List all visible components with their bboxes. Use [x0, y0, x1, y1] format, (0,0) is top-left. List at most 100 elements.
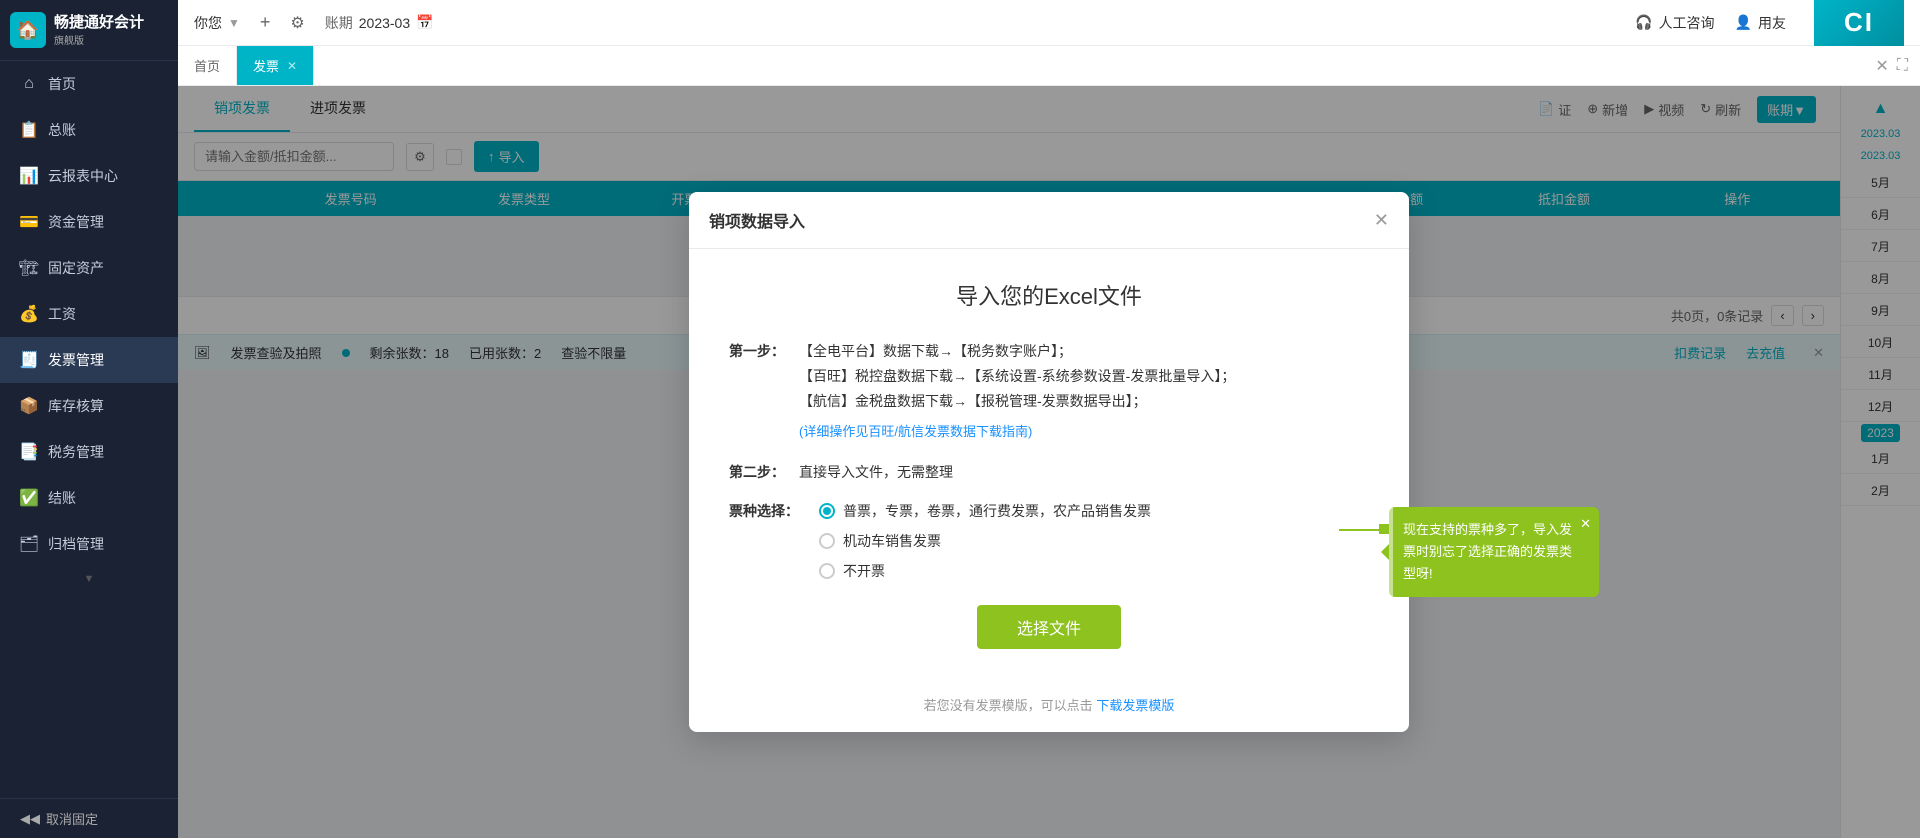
settle-icon: ✅: [20, 489, 38, 507]
tooltip-close-button[interactable]: ✕: [1580, 513, 1591, 535]
step1-line-1: 【全电平台】数据下载→【税务数字账户】；: [799, 339, 1369, 364]
step1-line-2: 【百旺】税控盘数据下载→【系统设置-系统参数设置-发票批量导入】；: [799, 364, 1369, 389]
cancel-label: 取消固定: [46, 809, 98, 828]
modal-title: 销项数据导入: [709, 208, 805, 232]
company-name: 你您: [194, 13, 222, 33]
sidebar-item-inventory[interactable]: 📦 库存核算: [0, 383, 178, 429]
sidebar-item-label: 总账: [48, 120, 76, 140]
sidebar-item-label: 固定资产: [48, 258, 104, 278]
tooltip-arrow: [1381, 544, 1389, 560]
sidebar-item-salary[interactable]: 💰 工资: [0, 291, 178, 337]
add-button[interactable]: +: [256, 8, 275, 37]
funds-icon: 💳: [20, 213, 38, 231]
modal-header: 销项数据导入 ✕: [689, 192, 1409, 249]
step1-link-row: (详细操作见百旺/航信发票数据下载指南): [799, 419, 1369, 444]
tooltip-bar: [1389, 507, 1393, 597]
import-modal: 销项数据导入 ✕ 导入您的Excel文件 第一步： 【全电平台】数据下载→【税务…: [689, 192, 1409, 732]
sidebar-nav: ⌂ 首页 📋 总账 📊 云报表中心 💳 资金管理 🏗 固定资产 💰 工资: [0, 61, 178, 798]
chevron-down-icon: ▼: [228, 16, 240, 30]
sidebar-item-archive[interactable]: 🗂 归档管理: [0, 521, 178, 567]
assets-icon: 🏗: [20, 259, 38, 277]
tab-invoice[interactable]: 发票 ✕: [237, 46, 314, 86]
logo-title: 畅捷通好会计: [54, 14, 144, 32]
ticket-select-row: 票种选择： 普票，专票，卷票，通行费发票，农产品销售发票: [729, 501, 1369, 581]
sidebar-item-label: 归档管理: [48, 534, 104, 554]
headset-icon: 🎧: [1635, 14, 1652, 31]
settings-button[interactable]: ⚙: [290, 13, 304, 33]
sidebar-item-label: 云报表中心: [48, 166, 118, 186]
sidebar-item-label: 资金管理: [48, 212, 104, 232]
step1-line-3: 【航信】金税盘数据下载→【报税管理-发票数据导出】；: [799, 389, 1369, 414]
tab-home[interactable]: 首页: [178, 46, 237, 86]
user-label: 用友: [1758, 13, 1786, 33]
step1-content: 【全电平台】数据下载→【税务数字账户】； 【百旺】税控盘数据下载→【系统设置-系…: [799, 339, 1369, 444]
sidebar-scroll-down: ▼: [0, 567, 178, 591]
sidebar-item-tax[interactable]: 📑 税务管理: [0, 429, 178, 475]
step1-guide-link[interactable]: (详细操作见百旺/航信发票数据下载指南): [799, 424, 1032, 439]
inventory-icon: 📦: [20, 397, 38, 415]
radio-none-label: 不开票: [843, 561, 885, 581]
company-selector[interactable]: 你您 ▼: [194, 13, 240, 33]
modal-main-title: 导入您的Excel文件: [729, 279, 1369, 311]
ticket-radio-group: 普票，专票，卷票，通行费发票，农产品销售发票 机动车销售发票 不开票: [819, 501, 1151, 581]
calendar-icon: 📅: [416, 14, 433, 31]
main-area: 你您 ▼ + ⚙ 账期 2023-03 📅 🎧 人工咨询 👤 用友: [178, 0, 1920, 838]
tooltip-bubble: 现在支持的票种多了，导入发票时别忘了选择正确的发票类型呀! ✕: [1389, 507, 1599, 597]
tab-invoice-label: 发票: [253, 56, 279, 75]
period-display: 账期 2023-03 📅: [325, 13, 434, 33]
tooltip-dot: [1379, 524, 1389, 534]
sidebar-item-invoice[interactable]: 🧾 发票管理: [0, 337, 178, 383]
select-file-button[interactable]: 选择文件: [977, 605, 1121, 649]
window-close-icon[interactable]: ✕: [1875, 56, 1888, 76]
sidebar-item-reports[interactable]: 📊 云报表中心: [0, 153, 178, 199]
ci-avatar: CI: [1814, 0, 1904, 46]
sidebar: 🏠 畅捷通好会计 旗舰版 ⌂ 首页 📋 总账 📊 云报表中心 💳 资金管: [0, 0, 178, 838]
tab-home-label: 首页: [194, 56, 220, 75]
tab-close-icon[interactable]: ✕: [287, 59, 297, 73]
step2-text: 直接导入文件，无需整理: [799, 464, 953, 480]
radio-motor[interactable]: 机动车销售发票: [819, 531, 1151, 551]
user-button[interactable]: 👤 用友: [1735, 13, 1786, 33]
sidebar-item-settle[interactable]: ✅ 结账: [0, 475, 178, 521]
tooltip-text: 现在支持的票种多了，导入发票时别忘了选择正确的发票类型呀!: [1403, 522, 1572, 581]
modal-footer: 若您没有发票模版，可以点击 下载发票模版: [689, 679, 1409, 730]
radio-dot-general: [823, 507, 831, 515]
step1-label: 第一步：: [729, 339, 789, 444]
consult-button[interactable]: 🎧 人工咨询: [1635, 13, 1714, 33]
download-template-link[interactable]: 下载发票模版: [1096, 698, 1174, 713]
period-label: 账期: [325, 13, 353, 33]
step2-label: 第二步：: [729, 460, 789, 485]
radio-general[interactable]: 普票，专票，卷票，通行费发票，农产品销售发票: [819, 501, 1151, 521]
tax-icon: 📑: [20, 443, 38, 461]
radio-circle-none: [819, 563, 835, 579]
cancel-fixed-button[interactable]: ◀◀ 取消固定: [0, 798, 178, 838]
home-icon: ⌂: [20, 75, 38, 93]
sidebar-item-assets[interactable]: 🏗 固定资产: [0, 245, 178, 291]
radio-circle-motor: [819, 533, 835, 549]
sidebar-item-label: 结账: [48, 488, 76, 508]
window-controls: ✕ ⛶: [1875, 56, 1920, 76]
sidebar-item-funds[interactable]: 💳 资金管理: [0, 199, 178, 245]
invoice-icon: 🧾: [20, 351, 38, 369]
radio-none[interactable]: 不开票: [819, 561, 1151, 581]
modal-overlay: 销项数据导入 ✕ 导入您的Excel文件 第一步： 【全电平台】数据下载→【税务…: [178, 86, 1920, 838]
reports-icon: 📊: [20, 167, 38, 185]
sidebar-item-ledger[interactable]: 📋 总账: [0, 107, 178, 153]
sidebar-item-label: 发票管理: [48, 350, 104, 370]
logo-icon: 🏠: [10, 12, 46, 48]
footer-text: 若您没有发票模版，可以点击: [924, 698, 1093, 713]
topbar-right: 🎧 人工咨询 👤 用友 CI: [1635, 0, 1904, 46]
ticket-select-label: 票种选择：: [729, 501, 809, 521]
content-area: 销项发票 进项发票 📄 证 ⊕ 新增: [178, 86, 1920, 838]
logo-subtitle: 旗舰版: [54, 32, 144, 47]
window-maximize-icon[interactable]: ⛶: [1897, 57, 1908, 75]
sidebar-item-home[interactable]: ⌂ 首页: [0, 61, 178, 107]
step2-row: 第二步： 直接导入文件，无需整理: [729, 460, 1369, 485]
modal-close-button[interactable]: ✕: [1374, 210, 1389, 231]
salary-icon: 💰: [20, 305, 38, 323]
period-value: 2023-03: [359, 15, 410, 31]
archive-icon: 🗂: [20, 535, 38, 553]
modal-body: 导入您的Excel文件 第一步： 【全电平台】数据下载→【税务数字账户】； 【百…: [689, 249, 1409, 679]
tooltip-container: 现在支持的票种多了，导入发票时别忘了选择正确的发票类型呀! ✕: [1339, 501, 1599, 597]
radio-general-label: 普票，专票，卷票，通行费发票，农产品销售发票: [843, 501, 1151, 521]
